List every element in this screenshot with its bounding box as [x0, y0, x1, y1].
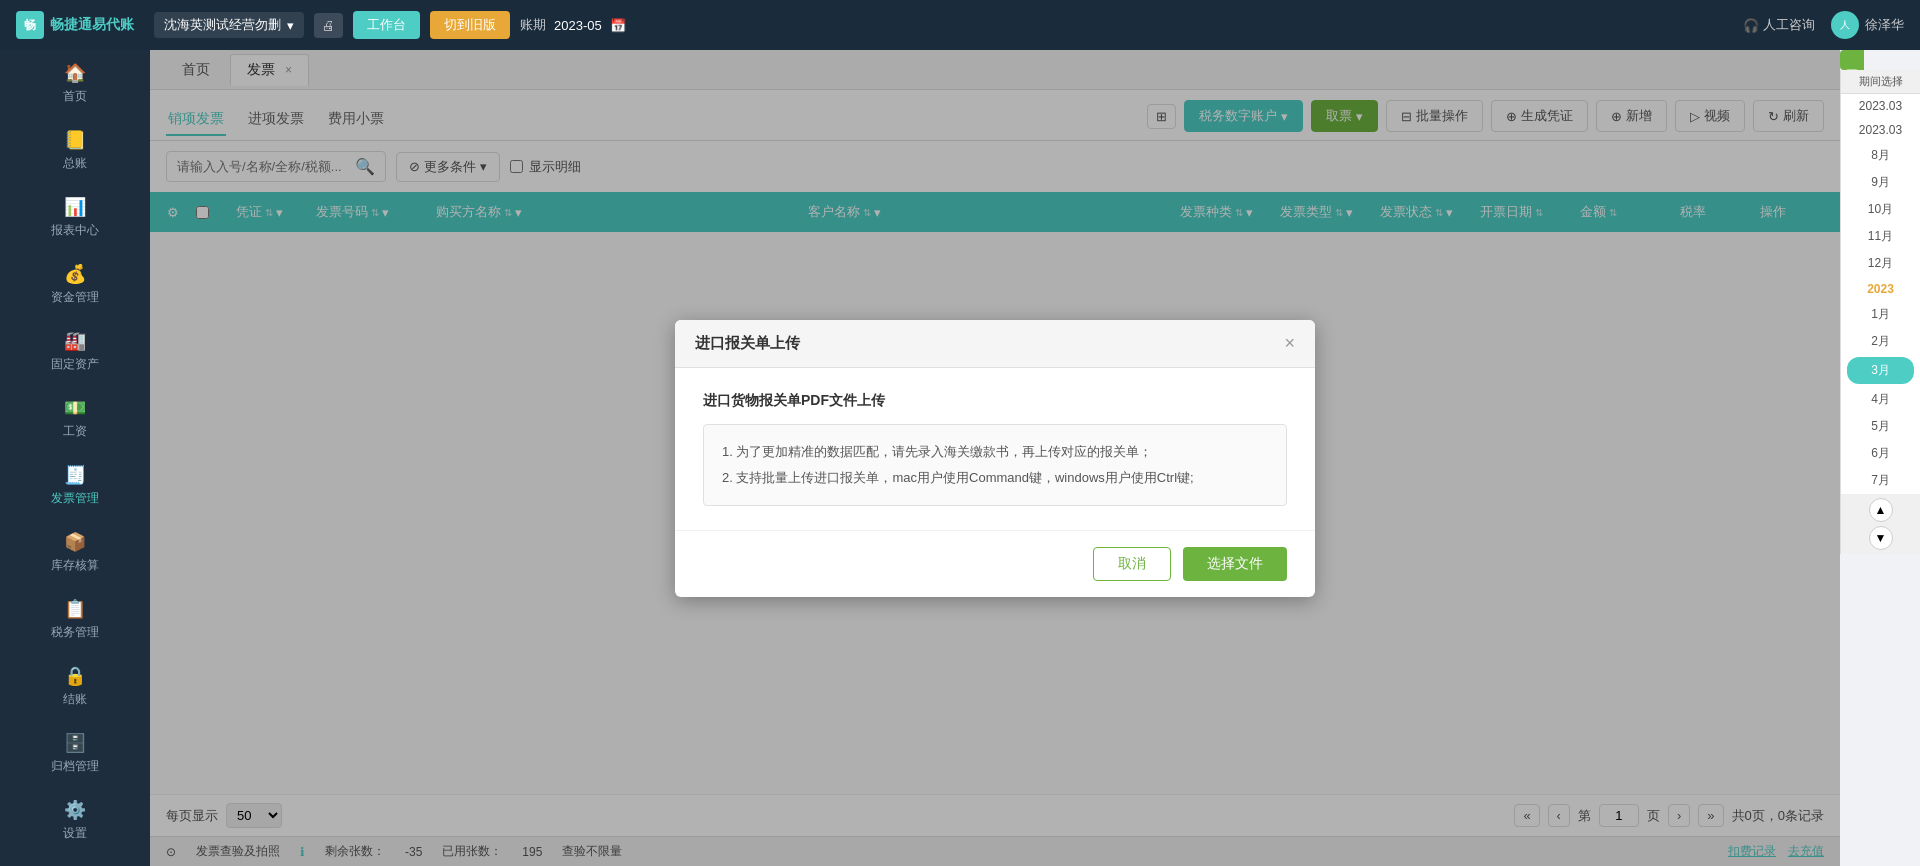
period-item[interactable]: 2023.03	[1841, 94, 1920, 118]
sidebar-item-inventory[interactable]: 📦 库存核算	[0, 519, 150, 586]
sidebar-item-settings[interactable]: ⚙️ 设置	[0, 787, 150, 854]
dialog-title: 进口报关单上传	[695, 334, 800, 353]
switch-version-button[interactable]: 切到旧版	[430, 11, 510, 39]
home-icon: 🏠	[64, 62, 86, 84]
dialog-info-item-2: 2. 支持批量上传进口报关单，mac用户使用Command键，windows用户…	[722, 465, 1268, 491]
invoice-icon: 🧾	[64, 464, 86, 486]
sidebar: 🏠 首页 📒 总账 📊 报表中心 💰 资金管理 🏭 固定资产 💵 工资 🧾 发票…	[0, 50, 150, 866]
sidebar-item-report[interactable]: 📊 报表中心	[0, 184, 150, 251]
period-info: 账期 2023-05 📅	[520, 16, 626, 34]
period-item[interactable]: 12月	[1841, 250, 1920, 277]
dialog-close-button[interactable]: ×	[1284, 334, 1295, 352]
sidebar-item-ledger[interactable]: 📒 总账	[0, 117, 150, 184]
user-info[interactable]: 人 徐泽华	[1831, 11, 1904, 39]
sidebar-item-guide[interactable]: 🎯 新手引导	[0, 854, 150, 866]
right-side-panel: 开票日期 期间选择 2023.03 2023.03 8月 9月 10月 11月 …	[1840, 50, 1920, 866]
select-file-button[interactable]: 选择文件	[1183, 547, 1287, 581]
dialog-overlay[interactable]: 进口报关单上传 × 进口货物报关单PDF文件上传 1. 为了更加精准的数据匹配，…	[150, 50, 1840, 866]
tax-icon: 📋	[64, 598, 86, 620]
period-item-active[interactable]: 3月	[1847, 357, 1914, 384]
dialog-header: 进口报关单上传 ×	[675, 320, 1315, 368]
period-item[interactable]: 1月	[1841, 301, 1920, 328]
period-item[interactable]: 2月	[1841, 328, 1920, 355]
period-item[interactable]: 2023.03	[1841, 118, 1920, 142]
archive-icon: 🗄️	[64, 732, 86, 754]
help-button[interactable]: 🎧 人工咨询	[1743, 16, 1815, 34]
dialog-info-box: 1. 为了更加精准的数据匹配，请先录入海关缴款书，再上传对应的报关单； 2. 支…	[703, 424, 1287, 506]
chevron-down-icon: ▾	[287, 18, 294, 33]
inventory-icon: 📦	[64, 531, 86, 553]
dialog-info-item-1: 1. 为了更加精准的数据匹配，请先录入海关缴款书，再上传对应的报关单；	[722, 439, 1268, 465]
period-item[interactable]: 4月	[1841, 386, 1920, 413]
workspace-button[interactable]: 工作台	[353, 11, 420, 39]
sidebar-item-salary[interactable]: 💵 工资	[0, 385, 150, 452]
cancel-button[interactable]: 取消	[1093, 547, 1171, 581]
period-item[interactable]: 5月	[1841, 413, 1920, 440]
top-nav: 畅 畅捷通易代账 沈海英测试经营勿删 ▾ 🖨 工作台 切到旧版 账期 2023-…	[0, 0, 1920, 50]
period-item[interactable]: 8月	[1841, 142, 1920, 169]
calendar-icon[interactable]: 📅	[610, 18, 626, 33]
salary-icon: 💵	[64, 397, 86, 419]
period-item[interactable]: 9月	[1841, 169, 1920, 196]
top-right: 🎧 人工咨询 人 徐泽华	[1743, 11, 1904, 39]
period-header: 期间选择	[1841, 70, 1920, 94]
main-layout: 🏠 首页 📒 总账 📊 报表中心 💰 资金管理 🏭 固定资产 💵 工资 🧾 发票…	[0, 50, 1920, 866]
assets-icon: 🏭	[64, 330, 86, 352]
funds-icon: 💰	[64, 263, 86, 285]
app-logo: 畅 畅捷通易代账	[16, 11, 134, 39]
period-item[interactable]: 6月	[1841, 440, 1920, 467]
dialog-footer: 取消 选择文件	[675, 530, 1315, 597]
dialog-section-title: 进口货物报关单PDF文件上传	[703, 392, 1287, 410]
app-logo-icon: 畅	[16, 11, 44, 39]
scroll-down-button[interactable]: ▼	[1869, 526, 1893, 550]
ledger-icon: 📒	[64, 129, 86, 151]
period-item-year[interactable]: 2023	[1841, 277, 1920, 301]
sidebar-item-close[interactable]: 🔒 结账	[0, 653, 150, 720]
sidebar-item-funds[interactable]: 💰 资金管理	[0, 251, 150, 318]
company-selector[interactable]: 沈海英测试经营勿删 ▾	[154, 12, 304, 38]
period-item[interactable]: 10月	[1841, 196, 1920, 223]
sidebar-item-invoice[interactable]: 🧾 发票管理	[0, 452, 150, 519]
sidebar-item-tax[interactable]: 📋 税务管理	[0, 586, 150, 653]
period-item[interactable]: 11月	[1841, 223, 1920, 250]
content-area: 首页 发票 × 销项发票 进项发票 费用小票 ⊞ 税务数字账户 ▾	[150, 50, 1840, 866]
period-panel: 期间选择 2023.03 2023.03 8月 9月 10月 11月 12月 2…	[1840, 70, 1920, 494]
open-invoice-button[interactable]: 开票日期	[1840, 50, 1864, 70]
close-book-icon: 🔒	[64, 665, 86, 687]
sidebar-item-assets[interactable]: 🏭 固定资产	[0, 318, 150, 385]
avatar: 人	[1831, 11, 1859, 39]
scroll-controls: ▲ ▼	[1840, 494, 1920, 554]
report-icon: 📊	[64, 196, 86, 218]
print-icon[interactable]: 🖨	[314, 13, 343, 38]
sidebar-item-archive[interactable]: 🗄️ 归档管理	[0, 720, 150, 787]
scroll-up-button[interactable]: ▲	[1869, 498, 1893, 522]
dialog-body: 进口货物报关单PDF文件上传 1. 为了更加精准的数据匹配，请先录入海关缴款书，…	[675, 368, 1315, 530]
settings-icon: ⚙️	[64, 799, 86, 821]
sidebar-item-home[interactable]: 🏠 首页	[0, 50, 150, 117]
import-customs-dialog: 进口报关单上传 × 进口货物报关单PDF文件上传 1. 为了更加精准的数据匹配，…	[675, 320, 1315, 597]
period-item[interactable]: 7月	[1841, 467, 1920, 494]
headset-icon: 🎧	[1743, 18, 1759, 33]
